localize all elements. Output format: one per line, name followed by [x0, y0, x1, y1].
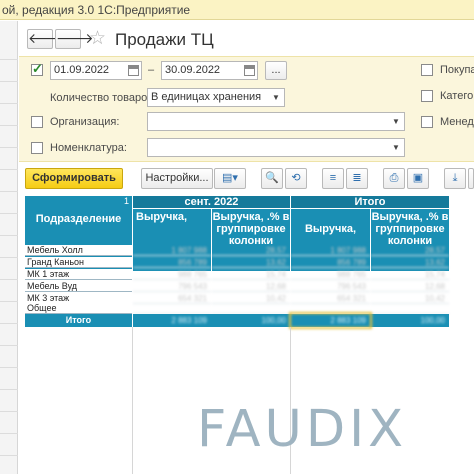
qty-select[interactable]: В единицах хранения ▼ — [147, 88, 285, 107]
calendar-icon[interactable] — [128, 65, 139, 76]
expand-icon: ≡ — [329, 172, 337, 184]
cell-revenue-2 — [291, 303, 370, 314]
print-button[interactable]: ⎙ — [383, 168, 405, 189]
back-button[interactable]: 🡐 — [27, 29, 66, 49]
search-button[interactable]: 🔍 — [261, 168, 283, 189]
search-icon: 🔍 — [265, 172, 279, 184]
total-row-label: Итого — [25, 314, 132, 327]
cell-pct-1: 28,57 — [212, 245, 290, 256]
group-header-total: Итого — [291, 196, 449, 208]
collapse-button[interactable]: ≣ — [346, 168, 368, 189]
save-button[interactable]: ⤓ — [444, 168, 466, 189]
cell-pct-1 — [212, 303, 290, 314]
manager-label: Менедж — [440, 116, 474, 128]
cell-revenue-1: 856 789 — [133, 257, 211, 268]
period-select-button[interactable]: ... — [265, 61, 287, 80]
nomenclature-checkbox[interactable] — [31, 142, 43, 154]
nomenclature-field[interactable]: ▼ — [147, 138, 405, 157]
cell-revenue-2: 1 807 988 — [291, 245, 370, 256]
more-button[interactable] — [468, 168, 474, 189]
row-label: Гранд Каньон — [25, 257, 132, 268]
cell-pct-2: 13,62 — [371, 257, 449, 268]
left-panel — [0, 21, 18, 474]
page-title: Продажи ТЦ — [115, 30, 214, 49]
organization-field[interactable]: ▼ — [147, 112, 405, 131]
column-divider — [132, 327, 133, 474]
print-icon: ⎙ — [389, 172, 399, 184]
report-settings-panel: 01.09.2022 – 30.09.2022 ... Количество т… — [19, 56, 474, 162]
cell-pct-2: 12,68 — [371, 281, 449, 292]
calendar-icon[interactable] — [244, 65, 255, 76]
column-marker: 1 — [123, 196, 129, 206]
variant-icon: ▤▾ — [222, 172, 238, 184]
chevron-down-icon: ▼ — [392, 143, 400, 152]
total-revenue-2[interactable]: 2 883 109 — [289, 312, 372, 329]
row-label: Мебель Холл — [25, 245, 132, 256]
date-from-field[interactable]: 01.09.2022 — [50, 61, 142, 80]
cell-pct-2 — [371, 303, 449, 314]
date-to-field[interactable]: 30.09.2022 — [161, 61, 258, 80]
forward-button[interactable]: 🡒 — [55, 29, 94, 49]
row-label: Мебель Вуд — [25, 281, 132, 292]
category-checkbox[interactable] — [421, 90, 433, 102]
favorite-star-icon[interactable]: ☆ — [89, 27, 106, 50]
cell-revenue-2: 856 789 — [291, 257, 370, 268]
watermark-logo: FAUDIX — [197, 400, 408, 459]
generate-button[interactable]: Сформировать — [25, 168, 123, 189]
cell-revenue-1: 988 765 — [133, 269, 211, 280]
window-title-bar: ой, редакция 3.0 1С:Предприятие — [0, 0, 474, 20]
search-clear-icon: ⟲ — [291, 172, 301, 184]
arrow-right-icon: 🡒 — [56, 30, 94, 46]
row-label: МК 1 этаж — [25, 269, 132, 280]
cell-revenue-2: 988 765 — [291, 269, 370, 280]
preview-button[interactable]: ▣ — [407, 168, 429, 189]
search-clear-button[interactable]: ⟲ — [285, 168, 307, 189]
row-label: Общее — [25, 303, 132, 314]
cell-revenue-1 — [133, 303, 211, 314]
buyer-label: Покупа — [440, 64, 474, 76]
cell-pct-2: 15,74 — [371, 269, 449, 280]
date-separator: – — [148, 64, 155, 76]
save-icon: ⤓ — [452, 172, 458, 184]
organization-checkbox[interactable] — [31, 116, 43, 128]
total-pct-2: 100,00 — [420, 316, 445, 325]
chevron-down-icon: ▼ — [272, 93, 280, 102]
cell-revenue-1: 796 543 — [133, 281, 211, 292]
col-division: Подразделение — [35, 213, 122, 225]
cell-pct-2: 28,57 — [371, 245, 449, 256]
period-checkbox[interactable] — [31, 61, 43, 77]
cell-pct-1: 13,62 — [212, 257, 290, 268]
collapse-icon: ≣ — [352, 172, 362, 184]
variant-menu-button[interactable]: ▤▾ — [214, 168, 246, 189]
organization-label: Организация: — [50, 116, 120, 128]
cell-revenue-2: 796 543 — [291, 281, 370, 292]
preview-icon: ▣ — [412, 172, 424, 184]
cell-pct-1: 12,68 — [212, 281, 290, 292]
cell-revenue-1: 1 807 988 — [133, 245, 211, 256]
qty-label: Количество товаров: — [50, 92, 157, 104]
group-header-sep-2022: сент. 2022 — [133, 196, 290, 208]
buyer-checkbox[interactable] — [421, 64, 433, 76]
chevron-down-icon: ▼ — [392, 117, 400, 126]
cell-pct-1: 15,74 — [212, 269, 290, 280]
nomenclature-label: Номенклатура: — [50, 142, 127, 154]
total-pct-1: 100,00 — [261, 316, 286, 325]
window-title: ой, редакция 3.0 1С:Предприятие — [2, 3, 191, 17]
manager-checkbox[interactable] — [421, 116, 433, 128]
settings-button[interactable]: Настройки... — [141, 168, 213, 189]
total-revenue-1: 2 883 109 — [171, 316, 207, 325]
expand-button[interactable]: ≡ — [322, 168, 344, 189]
category-label: Катего — [440, 90, 474, 102]
